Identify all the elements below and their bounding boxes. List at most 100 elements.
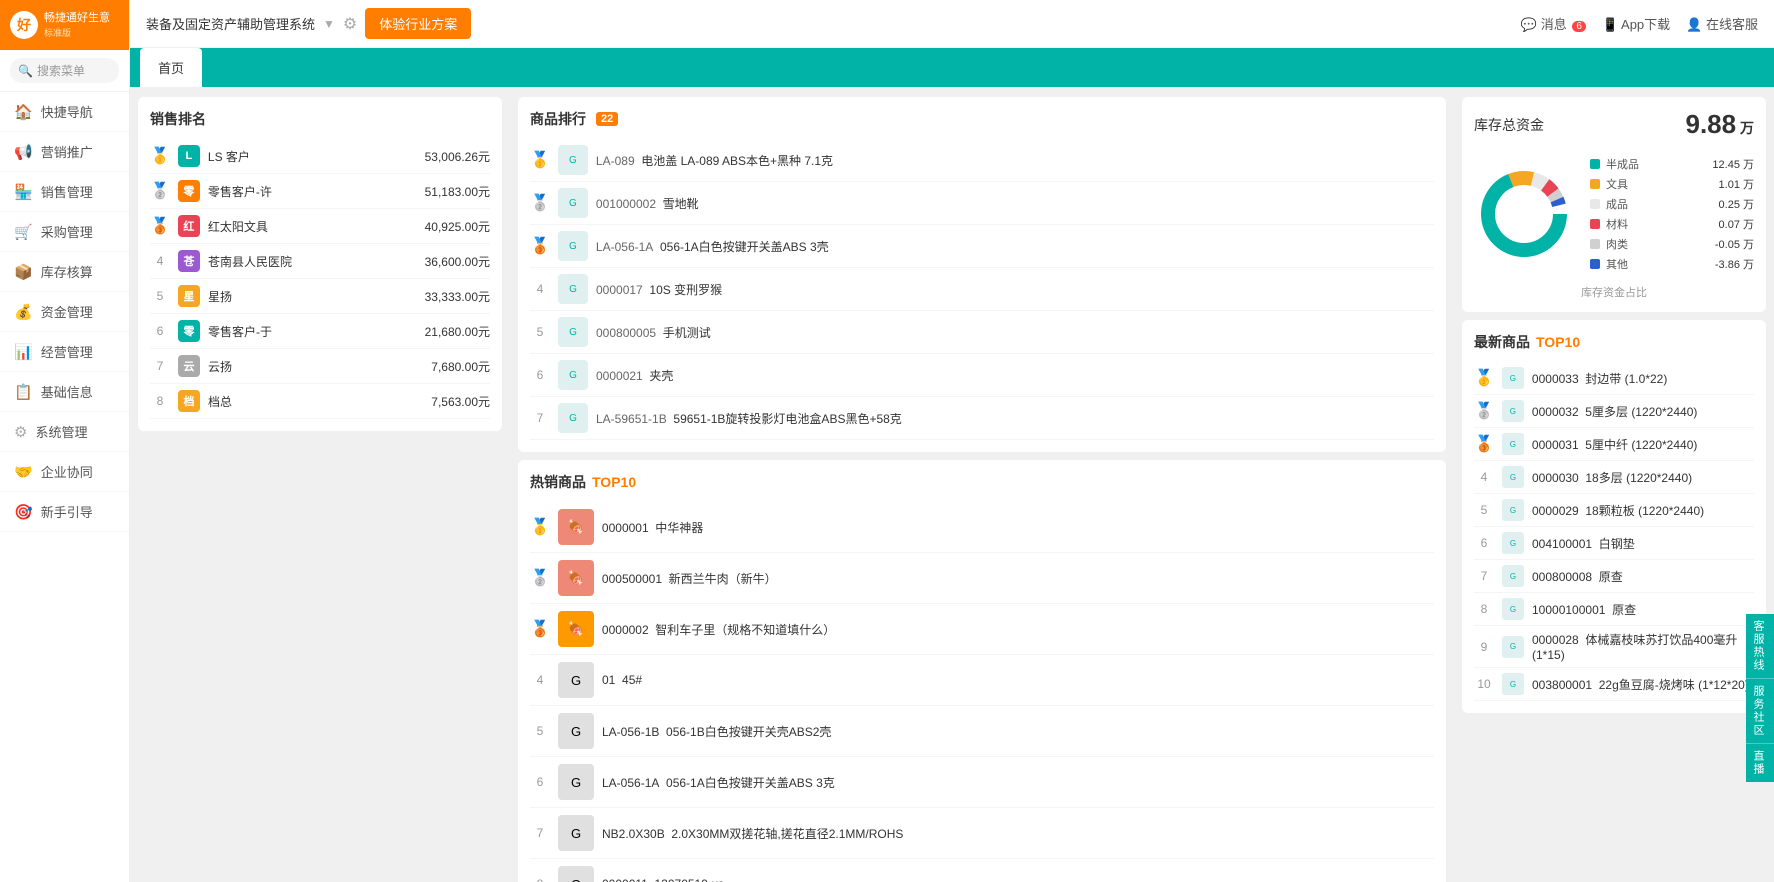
product-image: G: [558, 815, 594, 851]
product-ranking-list: 🥇 G LA-089 电池盖 LA-089 ABS本色+黑种 7.1克 🥈 G …: [530, 139, 1434, 440]
product-info: 0000001 中华神器: [602, 519, 1434, 536]
customer-ranking-list: 🥇 L LS 客户 53,006.26元 🥈 零 零售客户-许 51,183.0…: [150, 139, 490, 419]
customer-name: 档总: [208, 393, 423, 410]
float-btn-客服热线[interactable]: 客服热线: [1746, 614, 1774, 679]
customer-service-button[interactable]: 👤 在线客服: [1686, 14, 1758, 33]
product-info: 0000011 12070519-xs: [602, 877, 1434, 882]
legend-value: 0.07 万: [1719, 216, 1754, 232]
rank-number: 7: [530, 411, 550, 425]
sidebar-item-库存核算[interactable]: 📦库存核算: [0, 252, 129, 292]
product-image: G: [1502, 499, 1524, 521]
product-image: G: [1502, 565, 1524, 587]
customer-rank-row: 5 星 星扬 33,333.00元: [150, 279, 490, 314]
product-image: G: [558, 403, 588, 433]
silver-medal-icon: 🥈: [530, 568, 550, 588]
legend-dot: [1590, 159, 1600, 169]
rank-number: 6: [530, 368, 550, 382]
sidebar-item-营销推广[interactable]: 📢营销推广: [0, 132, 129, 172]
left-panel: 销售排名 🥇 L LS 客户 53,006.26元 🥈 零 零售客户-许 51,…: [130, 87, 510, 882]
product-rank-row: 🥉 G LA-056-1A 056-1A白色按键开关盖ABS 3壳: [530, 225, 1434, 268]
customer-badge: 苍: [178, 250, 200, 272]
customer-rank-row: 🥇 L LS 客户 53,006.26元: [150, 139, 490, 174]
rank-number: 5: [150, 289, 170, 303]
float-btn-服务社区[interactable]: 服务社区: [1746, 679, 1774, 744]
hot-product-row: 🥈 🍖 000500001 新西兰牛肉（新牛）: [530, 553, 1434, 604]
product-image: G: [1502, 466, 1524, 488]
sidebar-nav: 🏠快捷导航📢营销推广🏪销售管理🛒采购管理📦库存核算💰资金管理📊经营管理📋基础信息…: [0, 92, 129, 532]
dropdown-arrow-icon[interactable]: ▼: [323, 17, 335, 31]
customer-value: 53,006.26元: [425, 148, 490, 165]
hot-product-row: 8 G 0000011 12070519-xs: [530, 859, 1434, 882]
customer-badge: L: [178, 145, 200, 167]
product-image: G: [1502, 598, 1524, 620]
product-info: 0000032 5厘多层 (1220*2440): [1532, 403, 1754, 420]
product-info: 000500001 新西兰牛肉（新牛）: [602, 570, 1434, 587]
nav-icon: 🛒: [14, 223, 33, 241]
rank-number: 4: [1474, 470, 1494, 484]
hot-products-list: 🥇 🍖 0000001 中华神器 🥈 🍖 000500001 新西兰牛肉（新牛）…: [530, 502, 1434, 882]
customer-name: 零售客户-许: [208, 183, 417, 200]
customer-value: 7,680.00元: [431, 358, 490, 375]
center-panel: 商品排行 22 🥇 G LA-089 电池盖 LA-089 ABS本色+黑种 7…: [510, 87, 1454, 882]
search-label: 搜索菜单: [37, 62, 85, 79]
sidebar-item-经营管理[interactable]: 📊经营管理: [0, 332, 129, 372]
legend-value: 12.45 万: [1712, 156, 1754, 172]
sidebar-item-资金管理[interactable]: 💰资金管理: [0, 292, 129, 332]
customer-ranking-title: 销售排名: [150, 109, 490, 129]
nav-icon: 🏪: [14, 183, 33, 201]
sidebar-item-企业协同[interactable]: 🤝企业协同: [0, 452, 129, 492]
sidebar-item-系统管理[interactable]: ⚙系统管理: [0, 412, 129, 452]
customer-name: 零售客户-于: [208, 323, 417, 340]
customer-badge: 红: [178, 215, 200, 237]
legend-dot: [1590, 259, 1600, 269]
customer-rank-row: 8 档 档总 7,563.00元: [150, 384, 490, 419]
message-badge: 6: [1572, 21, 1586, 32]
product-image: 🍖: [558, 611, 594, 647]
legend-item: 文具1.01 万: [1590, 176, 1754, 192]
legend-dot: [1590, 179, 1600, 189]
rank-number: 6: [1474, 536, 1494, 550]
customer-name: 星扬: [208, 288, 417, 305]
silver-medal-icon: 🥈: [150, 181, 170, 201]
legend-label: 成品: [1606, 196, 1628, 212]
customer-name: 红太阳文具: [208, 218, 417, 235]
message-button[interactable]: 💬 消息 6: [1521, 14, 1586, 33]
system-title: 装备及固定资产辅助管理系统: [146, 14, 315, 33]
customer-value: 51,183.00元: [425, 183, 490, 200]
product-ranking-title: 商品排行 22: [530, 109, 1434, 129]
settings-icon[interactable]: ⚙: [343, 14, 357, 34]
new-product-row: 5 G 0000029 18颗粒板 (1220*2440): [1474, 494, 1754, 527]
tab-home[interactable]: 首页: [140, 48, 202, 87]
sidebar-item-快捷导航[interactable]: 🏠快捷导航: [0, 92, 129, 132]
hot-product-row: 5 G LA-056-1B 056-1B白色按键开关壳ABS2壳: [530, 706, 1434, 757]
sidebar-item-销售管理[interactable]: 🏪销售管理: [0, 172, 129, 212]
customer-value: 40,925.00元: [425, 218, 490, 235]
hot-product-row: 4 G 01 45#: [530, 655, 1434, 706]
product-info: 004100001 白钢垫: [1532, 535, 1754, 552]
product-rank-row: 7 G LA-59651-1B 59651-1B旋转投影灯电池盒ABS黑色+58…: [530, 397, 1434, 440]
sidebar-item-基础信息[interactable]: 📋基础信息: [0, 372, 129, 412]
app-download-button[interactable]: 📱 App下载: [1602, 14, 1670, 33]
product-info: 10000100001 原查: [1532, 601, 1754, 618]
product-info: NB2.0X30B 2.0X30MM双搓花轴,搓花直径2.1MM/ROHS: [602, 825, 1434, 842]
experience-button[interactable]: 体验行业方案: [365, 8, 471, 39]
inventory-chart: 半成品12.45 万文具1.01 万成品0.25 万材料0.07 万肉类-0.0…: [1474, 148, 1754, 280]
customer-name: 云扬: [208, 358, 423, 375]
sidebar-item-新手引导[interactable]: 🎯新手引导: [0, 492, 129, 532]
new-product-row: 🥈 G 0000032 5厘多层 (1220*2440): [1474, 395, 1754, 428]
rank-number: 7: [150, 359, 170, 373]
bronze-medal-icon: 🥉: [530, 236, 550, 256]
sidebar-item-采购管理[interactable]: 🛒采购管理: [0, 212, 129, 252]
float-btn-直播[interactable]: 直播: [1746, 744, 1774, 782]
sidebar-search-container[interactable]: 🔍 搜索菜单: [0, 50, 129, 92]
nav-icon: 🤝: [14, 463, 33, 481]
search-menu[interactable]: 🔍 搜索菜单: [10, 58, 119, 83]
product-image: G: [558, 866, 594, 882]
product-info: 000800005 手机测试: [596, 324, 1434, 341]
product-rank-row: 🥈 G 001000002 雪地靴: [530, 182, 1434, 225]
customer-badge: 零: [178, 320, 200, 342]
rank-number: 6: [530, 775, 550, 789]
legend-dot: [1590, 199, 1600, 209]
donut-svg: [1474, 164, 1574, 264]
legend-label: 半成品: [1606, 156, 1639, 172]
